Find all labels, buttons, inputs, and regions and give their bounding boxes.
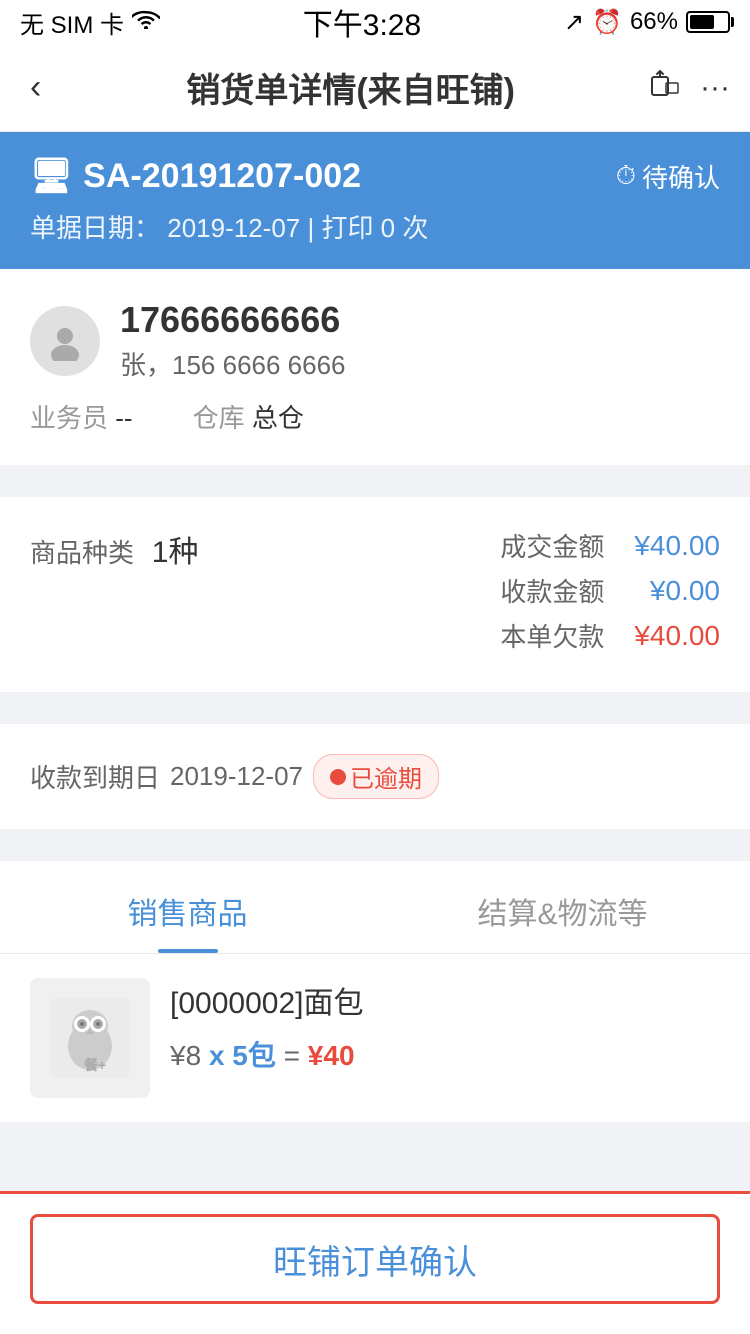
multiply-sign: x xyxy=(209,1040,225,1071)
location-icon: ↗ xyxy=(564,8,584,37)
status-text: 待确认 xyxy=(642,158,720,195)
customer-card: 17666666666 张，156 6666 6666 业务员 -- 仓库 总仓 xyxy=(0,269,750,465)
amounts-block: 成交金额 ¥40.00 收款金额 ¥0.00 本单欠款 ¥40.00 xyxy=(500,527,720,662)
divider-3 xyxy=(0,845,750,861)
summary-card: 商品种类 1种 成交金额 ¥40.00 收款金额 ¥0.00 本单欠款 ¥40.… xyxy=(0,497,750,692)
back-button[interactable]: ‹ xyxy=(20,58,51,117)
customer-meta: 业务员 -- 仓库 总仓 xyxy=(30,398,720,435)
wifi-icon xyxy=(132,8,160,36)
tab-settlement[interactable]: 结算&物流等 xyxy=(375,861,750,953)
received-row: 收款金额 ¥0.00 xyxy=(500,572,720,609)
carrier-label: 无 SIM 卡 xyxy=(20,5,124,40)
due-date-value: 2019-12-07 xyxy=(170,761,303,792)
overdue-badge: 已逾期 xyxy=(313,754,439,799)
overdue-text: 已逾期 xyxy=(350,759,422,794)
owed-row: 本单欠款 ¥40.00 xyxy=(500,617,720,654)
page-title: 销货单详情(来自旺铺) xyxy=(186,63,515,112)
product-price: ¥8 x 5包 = ¥40 xyxy=(170,1034,720,1074)
status-bar: 无 SIM 卡 下午3:28 ↗ ⏰ 66% xyxy=(0,0,750,44)
due-date-row: 收款到期日 2019-12-07 已逾期 xyxy=(30,754,720,799)
due-date-label: 收款到期日 xyxy=(30,758,160,795)
tab-products[interactable]: 销售商品 xyxy=(0,861,375,953)
battery-icon xyxy=(686,11,730,33)
divider-1 xyxy=(0,481,750,497)
salesperson-field: 业务员 -- xyxy=(30,398,133,435)
svg-text:餐+: 餐+ xyxy=(83,1057,106,1073)
product-name: [0000002]面包 xyxy=(170,978,720,1022)
divider-2 xyxy=(0,708,750,724)
order-date: 单据日期： 2019-12-07 | 打印 0 次 xyxy=(30,208,720,245)
order-status: ⏱ 待确认 xyxy=(616,158,720,195)
status-right: ↗ ⏰ 66% xyxy=(564,8,730,37)
order-icon: 🖥 xyxy=(30,156,73,196)
warehouse-field: 仓库 总仓 xyxy=(193,398,304,435)
status-time: 下午3:28 xyxy=(303,0,421,44)
nav-bar: ‹ 销货单详情(来自旺铺) ··· xyxy=(0,44,750,132)
confirm-button[interactable]: 旺铺订单确认 xyxy=(30,1214,720,1304)
product-image: 餐+ xyxy=(30,978,150,1098)
amount-value: ¥40.00 xyxy=(634,530,720,562)
amount-row: 成交金额 ¥40.00 xyxy=(500,527,720,564)
product-info: [0000002]面包 ¥8 x 5包 = ¥40 xyxy=(170,978,720,1074)
order-id: 🖥 SA-20191207-002 xyxy=(30,156,361,196)
summary-row: 商品种类 1种 成交金额 ¥40.00 收款金额 ¥0.00 本单欠款 ¥40.… xyxy=(30,527,720,662)
nav-actions: ··· xyxy=(650,69,730,107)
tabs: 销售商品 结算&物流等 xyxy=(0,861,750,954)
battery-percent: 66% xyxy=(630,8,678,36)
order-header: 🖥 SA-20191207-002 ⏱ 待确认 单据日期： 2019-12-07… xyxy=(0,132,750,269)
status-left: 无 SIM 卡 xyxy=(20,5,160,40)
overdue-dot-icon xyxy=(330,769,346,785)
owed-value: ¥40.00 xyxy=(634,620,720,652)
confirm-btn-wrap: 旺铺订单确认 xyxy=(0,1191,750,1334)
customer-name: 张，156 6666 6666 xyxy=(120,345,346,382)
product-type-field: 商品种类 1种 xyxy=(30,527,198,571)
more-button[interactable]: ··· xyxy=(700,71,730,105)
received-value: ¥0.00 xyxy=(650,575,720,607)
share-button[interactable] xyxy=(650,69,680,107)
avatar xyxy=(30,306,100,376)
quantity: 5包 xyxy=(232,1040,276,1071)
alarm-icon: ⏰ xyxy=(592,8,622,37)
customer-phone: 17666666666 xyxy=(120,299,346,341)
due-date-card: 收款到期日 2019-12-07 已逾期 xyxy=(0,724,750,829)
product-item: 餐+ [0000002]面包 ¥8 x 5包 = ¥40 xyxy=(0,954,750,1122)
product-total: ¥40 xyxy=(308,1040,355,1071)
status-clock-icon: ⏱ xyxy=(616,160,636,192)
customer-row: 17666666666 张，156 6666 6666 xyxy=(30,299,720,382)
